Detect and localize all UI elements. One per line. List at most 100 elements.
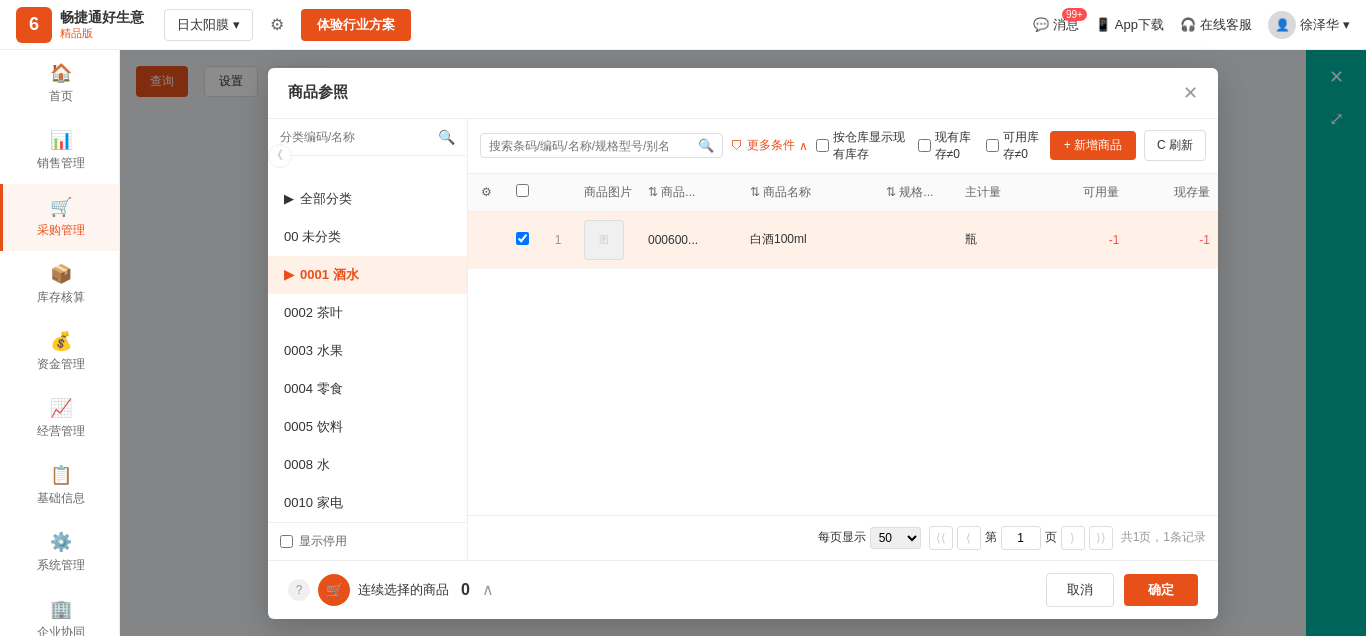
cancel-btn[interactable]: 取消 — [1046, 573, 1114, 607]
category-item-0004[interactable]: 0004 零食 — [268, 370, 467, 408]
show-disabled-label[interactable]: 显示停用 — [280, 533, 455, 550]
sort-icon: ⇅ — [886, 185, 896, 199]
last-page-btn[interactable]: ⟩⟩ — [1089, 526, 1113, 550]
product-search-input[interactable] — [489, 139, 692, 153]
add-product-btn[interactable]: + 新增商品 — [1050, 131, 1136, 160]
prev-page-btn[interactable]: ⟨ — [957, 526, 981, 550]
continuous-select-label: 连续选择的商品 — [358, 581, 449, 599]
category-item-0005[interactable]: 0005 饮料 — [268, 408, 467, 446]
help-icon-btn[interactable]: ? — [288, 579, 310, 601]
home-icon: 🏠 — [50, 62, 72, 84]
nav-selector[interactable]: 日太阳膜 ▾ — [164, 9, 253, 41]
category-item-0010[interactable]: 0010 家电 — [268, 484, 467, 522]
sort-icon: ⇅ — [648, 185, 658, 199]
settings-icon[interactable]: ⚙ — [261, 9, 293, 41]
category-search-icon[interactable]: 🔍 — [438, 129, 455, 145]
sidebar-item-finance[interactable]: 💰 资金管理 — [0, 318, 119, 385]
row-spec-cell — [878, 211, 957, 268]
product-table: ⚙ 商品图片 — [468, 174, 1218, 269]
filter-chevron-up-icon: ∧ — [799, 139, 808, 153]
sidebar-item-basic[interactable]: 📋 基础信息 — [0, 452, 119, 519]
next-page-btn[interactable]: ⟩ — [1061, 526, 1085, 550]
filter-current-stock-checkbox[interactable]: 现有库存≠0 — [918, 129, 974, 163]
table-row[interactable]: 1 图 000600... 白酒100ml — [468, 211, 1218, 268]
col-settings[interactable]: ⚙ — [468, 174, 504, 212]
page-input[interactable] — [1001, 526, 1041, 550]
user-profile[interactable]: 👤 徐泽华 ▾ — [1268, 11, 1350, 39]
sidebar-item-purchase[interactable]: 🛒 采购管理 — [0, 184, 119, 251]
product-search-icon[interactable]: 🔍 — [698, 138, 714, 153]
message-badge: 99+ — [1062, 8, 1087, 21]
footer-right: 取消 确定 — [1046, 573, 1198, 607]
message-icon: 💬 — [1033, 17, 1049, 32]
sidebar-item-sales[interactable]: 📊 销售管理 — [0, 117, 119, 184]
col-select-all[interactable] — [504, 174, 540, 212]
row-checkbox-cell[interactable] — [504, 211, 540, 268]
category-item-0008[interactable]: 0008 水 — [268, 446, 467, 484]
category-arrow-all: ▶ — [284, 191, 294, 206]
sidebar-item-enterprise[interactable]: 🏢 企业协同 — [0, 586, 119, 636]
row-checkbox[interactable] — [516, 232, 529, 245]
collapse-footer-btn[interactable]: ∧ — [482, 580, 494, 599]
mobile-icon: 📱 — [1095, 17, 1111, 32]
filter-warehouse-checkbox[interactable]: 按仓库显示现有库存 — [816, 129, 905, 163]
col-spec-header[interactable]: ⇅ 规格... — [878, 174, 957, 212]
finance-icon: 💰 — [50, 330, 72, 352]
row-img-cell: 图 — [576, 211, 640, 268]
first-page-btn[interactable]: ⟨⟨ — [929, 526, 953, 550]
col-name-header[interactable]: ⇅ 商品名称 — [742, 174, 878, 212]
category-search-input[interactable] — [280, 130, 432, 144]
show-disabled-checkbox[interactable] — [280, 535, 293, 548]
content-area: 查询 设置 刷新 ✕ ⤢ 商品参照 ✕ — [120, 50, 1366, 636]
toolbar-right: + 新增商品 C 刷新 — [1050, 130, 1206, 161]
confirm-btn[interactable]: 确定 — [1124, 574, 1198, 606]
sidebar-item-system[interactable]: ⚙️ 系统管理 — [0, 519, 119, 586]
category-item-00[interactable]: 00 未分类 — [268, 218, 467, 256]
filter-available-stock-checkbox[interactable]: 可用库存≠0 — [986, 129, 1042, 163]
operation-icon: 📈 — [50, 397, 72, 419]
sidebar-item-operation[interactable]: 📈 经营管理 — [0, 385, 119, 452]
cart-icon-btn[interactable]: 🛒 — [318, 574, 350, 606]
footer-left: ? 🛒 连续选择的商品 0 ∧ — [288, 574, 494, 606]
row-index-cell: 1 — [540, 211, 576, 268]
table-header-row: ⚙ 商品图片 — [468, 174, 1218, 212]
avatar: 👤 — [1268, 11, 1296, 39]
collapse-category-btn[interactable]: 《 — [268, 144, 292, 168]
per-page-select: 每页显示 10 20 50 100 — [818, 527, 921, 549]
cart-icon: 🛒 — [326, 582, 343, 598]
trial-btn[interactable]: 体验行业方案 — [301, 9, 411, 41]
category-item-0002[interactable]: 0002 茶叶 — [268, 294, 467, 332]
app-download-nav-item[interactable]: 📱 App下载 — [1095, 16, 1164, 34]
top-nav: 6 畅捷通好生意 精品版 日太阳膜 ▾ ⚙ 体验行业方案 💬 消息 99+ 📱 … — [0, 0, 1366, 50]
product-reference-modal: 商品参照 ✕ 🔍 《 — [268, 68, 1218, 619]
chevron-down-icon: ▾ — [233, 17, 240, 32]
messages-nav-item[interactable]: 💬 消息 99+ — [1033, 16, 1079, 34]
per-page-dropdown[interactable]: 10 20 50 100 — [870, 527, 921, 549]
logo-icon: 6 — [16, 7, 52, 43]
sidebar-item-inventory[interactable]: 📦 库存核算 — [0, 251, 119, 318]
modal-title: 商品参照 — [288, 83, 348, 102]
modal-close-btn[interactable]: ✕ — [1183, 82, 1198, 104]
logo-area: 6 畅捷通好生意 精品版 — [16, 7, 144, 43]
product-toolbar: 🔍 ⛉ 更多条件 ∧ 按仓库显示现有库存 — [468, 119, 1218, 174]
online-service-nav-item[interactable]: 🎧 在线客服 — [1180, 16, 1252, 34]
col-index-header — [540, 174, 576, 212]
refresh-btn[interactable]: C 刷新 — [1144, 130, 1206, 161]
row-name-cell: 白酒100ml — [742, 211, 878, 268]
category-item-0003[interactable]: 0003 水果 — [268, 332, 467, 370]
logo-text: 畅捷通好生意 — [60, 8, 144, 26]
row-code-cell: 000600... — [640, 211, 742, 268]
col-stock-header: 现存量 — [1127, 174, 1218, 212]
col-code-header[interactable]: ⇅ 商品... — [640, 174, 742, 212]
select-all-checkbox[interactable] — [516, 184, 529, 197]
chevron-down-icon: ▾ — [1343, 17, 1350, 32]
col-unit-header: 主计量 — [957, 174, 1036, 212]
page-nav: ⟨⟨ ⟨ 第 页 ⟩ ⟩⟩ — [929, 526, 1113, 550]
headphone-icon: 🎧 — [1180, 17, 1196, 32]
col-img-header: 商品图片 — [576, 174, 640, 212]
category-item-all[interactable]: ▶ 全部分类 — [268, 180, 467, 218]
filter-btn[interactable]: ⛉ 更多条件 ∧ — [731, 137, 808, 154]
category-item-0001[interactable]: ▶ 0001 酒水 — [268, 256, 467, 294]
sidebar-item-home[interactable]: 🏠 首页 — [0, 50, 119, 117]
basic-icon: 📋 — [50, 464, 72, 486]
